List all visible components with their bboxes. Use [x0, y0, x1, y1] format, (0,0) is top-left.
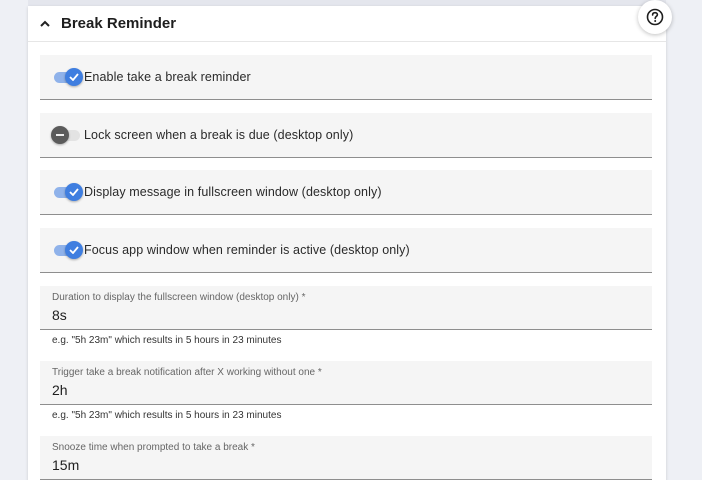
- check-icon: [65, 241, 83, 259]
- snooze-time-input[interactable]: 15m: [52, 457, 79, 473]
- fullscreen-duration-field[interactable]: Duration to display the fullscreen windo…: [40, 286, 652, 330]
- enable-reminder-switch[interactable]: [52, 68, 83, 86]
- toggle-label: Lock screen when a break is due (desktop…: [84, 128, 354, 142]
- snooze-time-field[interactable]: Snooze time when prompted to take a brea…: [40, 436, 652, 480]
- toggle-label: Enable take a break reminder: [84, 70, 251, 84]
- toggle-row-enable-reminder[interactable]: Enable take a break reminder: [40, 55, 652, 100]
- field-label: Trigger take a break notification after …: [52, 367, 322, 378]
- chevron-up-icon[interactable]: [40, 19, 50, 29]
- section-title: Break Reminder: [61, 15, 177, 32]
- field-label: Duration to display the fullscreen windo…: [52, 292, 306, 303]
- help-circle-icon: [646, 8, 664, 26]
- trigger-after-input[interactable]: 2h: [52, 382, 68, 398]
- field-hint: e.g. "5h 23m" which results in 5 hours i…: [52, 410, 282, 421]
- check-icon: [65, 183, 83, 201]
- field-hint: e.g. "5h 23m" which results in 5 hours i…: [52, 335, 282, 346]
- toggle-row-focus-window[interactable]: Focus app window when reminder is active…: [40, 228, 652, 273]
- fullscreen-message-switch[interactable]: [52, 183, 83, 201]
- help-button[interactable]: [638, 0, 672, 34]
- check-icon: [65, 68, 83, 86]
- focus-window-switch[interactable]: [52, 241, 83, 259]
- toggle-row-fullscreen-message[interactable]: Display message in fullscreen window (de…: [40, 170, 652, 215]
- fullscreen-duration-input[interactable]: 8s: [52, 307, 67, 323]
- trigger-after-field[interactable]: Trigger take a break notification after …: [40, 361, 652, 405]
- minus-icon: [51, 126, 69, 144]
- toggle-label: Focus app window when reminder is active…: [84, 243, 410, 257]
- section-header[interactable]: Break Reminder: [28, 6, 666, 42]
- toggle-row-lock-screen[interactable]: Lock screen when a break is due (desktop…: [40, 113, 652, 158]
- toggle-label: Display message in fullscreen window (de…: [84, 185, 382, 199]
- field-label: Snooze time when prompted to take a brea…: [52, 442, 255, 453]
- lock-screen-switch[interactable]: [51, 126, 82, 144]
